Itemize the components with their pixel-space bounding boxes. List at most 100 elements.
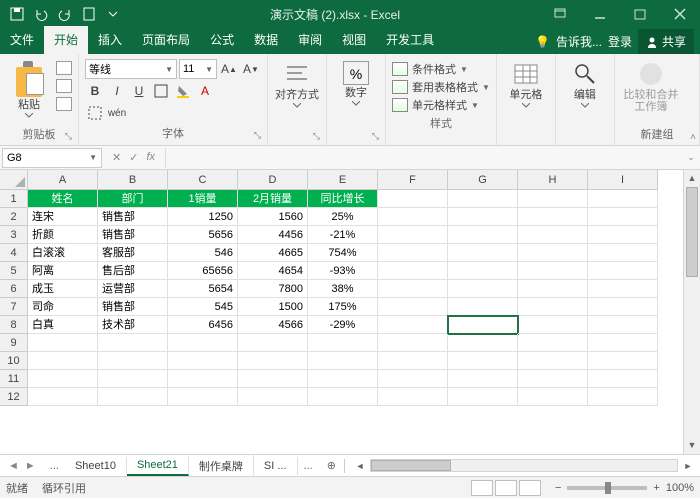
cell-styles-button[interactable]: 单元格样式▼ [392,97,490,113]
row-header-10[interactable]: 10 [0,352,28,370]
col-header-B[interactable]: B [98,170,168,190]
enter-formula-button[interactable]: ✓ [129,151,138,164]
redo-button[interactable] [54,3,76,25]
cell-H2[interactable] [518,208,588,226]
font-color-button[interactable]: A [195,81,215,101]
underline-button[interactable]: U [129,81,149,101]
cell-C4[interactable]: 546 [168,244,238,262]
tab-file[interactable]: 文件 [0,26,44,54]
minimize-button[interactable] [580,0,620,28]
tab-view[interactable]: 视图 [332,26,376,54]
cell-D11[interactable] [238,370,308,388]
font-launcher[interactable]: ⤡ [254,130,261,141]
new-button[interactable] [78,3,100,25]
share-button[interactable]: 共享 [638,29,694,54]
cell-B9[interactable] [98,334,168,352]
cell-I1[interactable] [588,190,658,208]
cell-G2[interactable] [448,208,518,226]
cell-C1[interactable]: 1销量 [168,190,238,208]
shrink-font-button[interactable]: A▼ [241,59,261,79]
row-header-5[interactable]: 5 [0,262,28,280]
cell-D2[interactable]: 1560 [238,208,308,226]
tab-insert[interactable]: 插入 [88,26,132,54]
tab-review[interactable]: 审阅 [288,26,332,54]
format-painter-button[interactable] [56,97,72,111]
phonetic-button[interactable]: wén [107,103,127,123]
font-name-combo[interactable]: 等线▼ [85,59,177,79]
hscroll-thumb[interactable] [371,460,451,471]
cell-G1[interactable] [448,190,518,208]
cell-E9[interactable] [308,334,378,352]
normal-view-button[interactable] [471,480,493,496]
cell-F6[interactable] [378,280,448,298]
sheet-tab-4[interactable]: SI ... [254,457,298,475]
col-header-C[interactable]: C [168,170,238,190]
sheet-nav-more-right[interactable]: ... [298,460,319,472]
row-header-6[interactable]: 6 [0,280,28,298]
cell-I9[interactable] [588,334,658,352]
compare-merge-button[interactable]: 比较和合并工作簿 [621,57,681,113]
col-header-D[interactable]: D [238,170,308,190]
cell-A7[interactable]: 司命 [28,298,98,316]
sheet-tab-1[interactable]: Sheet10 [65,457,127,475]
cell-F3[interactable] [378,226,448,244]
tell-me[interactable]: 告诉我... [556,33,602,50]
cell-D9[interactable] [238,334,308,352]
editing-button[interactable]: 编辑 [562,57,608,108]
cell-I4[interactable] [588,244,658,262]
cell-B1[interactable]: 部门 [98,190,168,208]
cell-I12[interactable] [588,388,658,406]
cell-F4[interactable] [378,244,448,262]
cell-F11[interactable] [378,370,448,388]
save-button[interactable] [6,3,28,25]
cell-F7[interactable] [378,298,448,316]
font-size-combo[interactable]: 11▼ [179,59,217,79]
cell-E10[interactable] [308,352,378,370]
cell-G9[interactable] [448,334,518,352]
cell-C7[interactable]: 545 [168,298,238,316]
cell-A8[interactable]: 白真 [28,316,98,334]
col-header-A[interactable]: A [28,170,98,190]
cell-C11[interactable] [168,370,238,388]
page-layout-view-button[interactable] [495,480,517,496]
vertical-scrollbar[interactable]: ▲ ▼ [683,170,700,454]
close-button[interactable] [660,0,700,28]
cell-A4[interactable]: 白滚滚 [28,244,98,262]
tab-data[interactable]: 数据 [244,26,288,54]
collapse-ribbon-button[interactable]: ˄ [690,132,696,143]
cell-A12[interactable] [28,388,98,406]
row-header-9[interactable]: 9 [0,334,28,352]
cell-H8[interactable] [518,316,588,334]
expand-formula-bar-button[interactable]: ⌄ [682,152,700,163]
row-header-4[interactable]: 4 [0,244,28,262]
cell-I8[interactable] [588,316,658,334]
cell-G5[interactable] [448,262,518,280]
cell-C5[interactable]: 65656 [168,262,238,280]
zoom-slider[interactable] [567,486,647,490]
cell-H5[interactable] [518,262,588,280]
cell-I5[interactable] [588,262,658,280]
name-box[interactable]: G8▼ [2,148,102,168]
sheet-nav-next[interactable]: ► [25,460,36,472]
cell-D12[interactable] [238,388,308,406]
cell-H11[interactable] [518,370,588,388]
cell-A5[interactable]: 阿离 [28,262,98,280]
cell-C2[interactable]: 1250 [168,208,238,226]
cell-G4[interactable] [448,244,518,262]
zoom-level[interactable]: 100% [666,482,694,494]
fill-color-button[interactable] [173,81,193,101]
cell-A11[interactable] [28,370,98,388]
cell-H12[interactable] [518,388,588,406]
select-all-button[interactable] [0,170,28,190]
cell-D5[interactable]: 4654 [238,262,308,280]
cell-D4[interactable]: 4665 [238,244,308,262]
cell-H3[interactable] [518,226,588,244]
undo-button[interactable] [30,3,52,25]
sign-in[interactable]: 登录 [608,33,632,50]
cancel-formula-button[interactable]: ✕ [112,151,121,164]
number-format-button[interactable]: % 数字 [333,57,379,106]
cell-D6[interactable]: 7800 [238,280,308,298]
cell-H7[interactable] [518,298,588,316]
qat-customize-button[interactable] [102,3,124,25]
cell-A9[interactable] [28,334,98,352]
